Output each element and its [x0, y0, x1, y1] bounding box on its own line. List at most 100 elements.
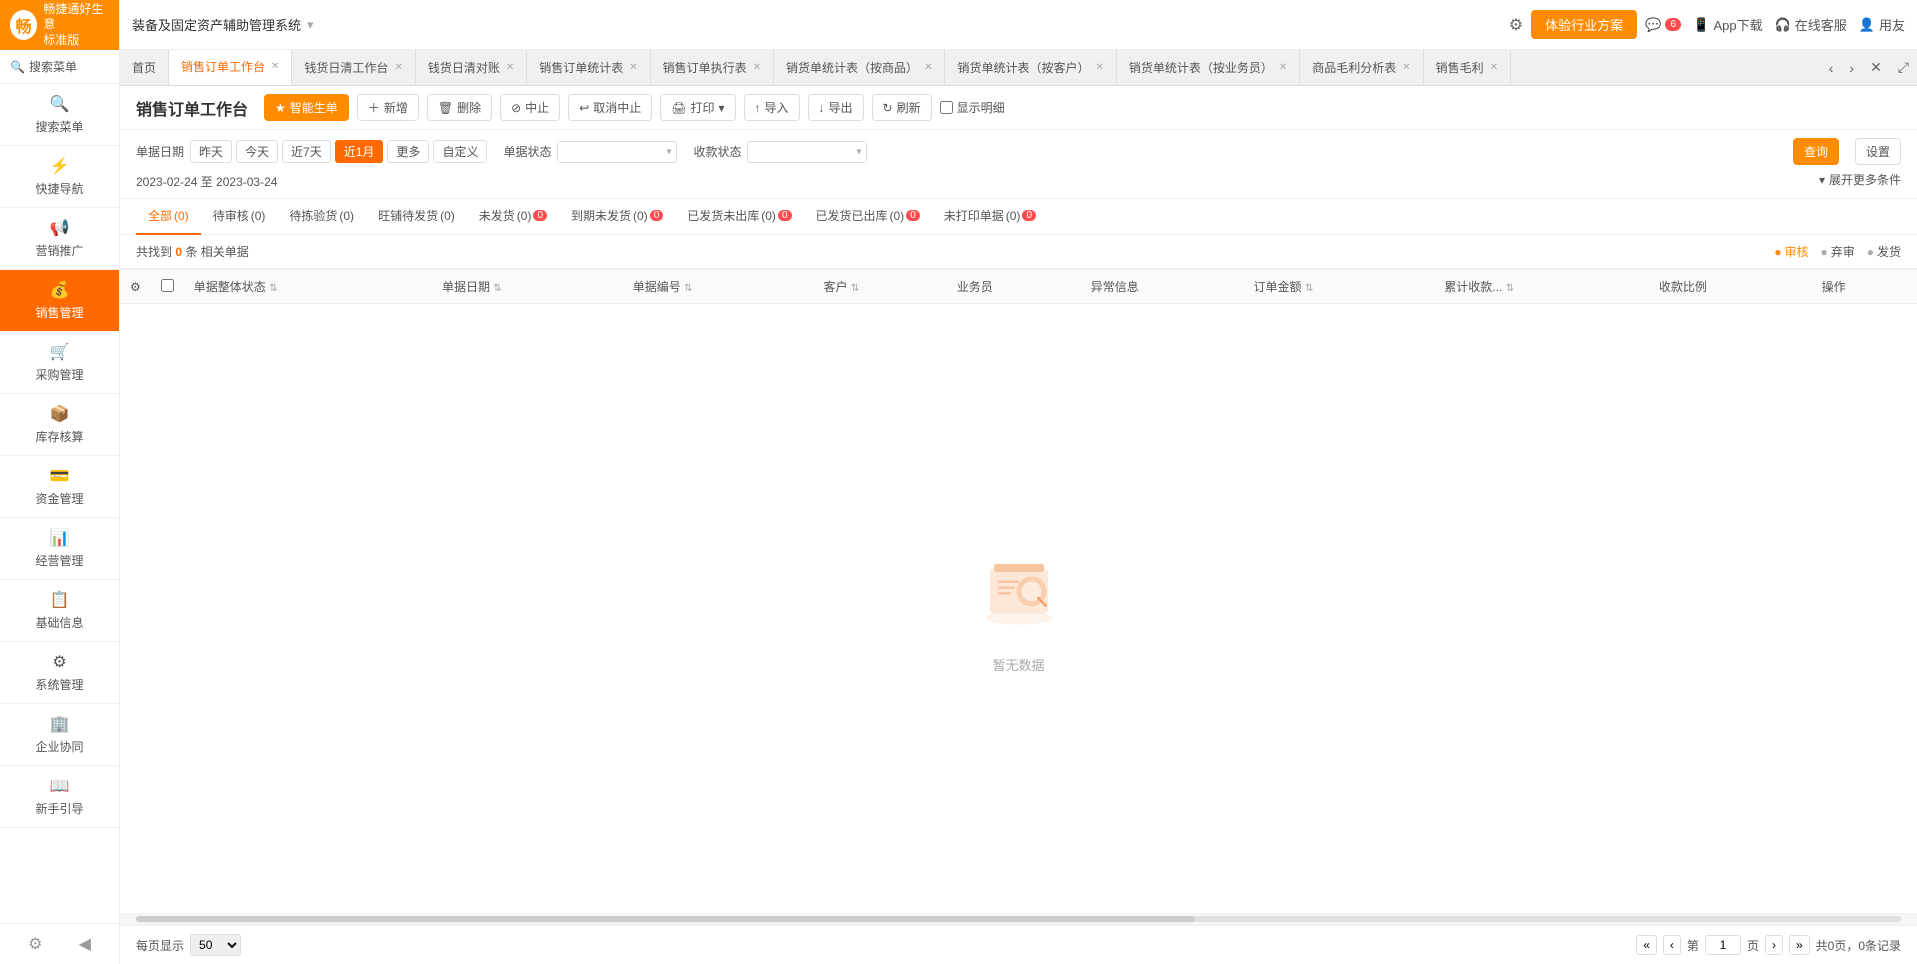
tab-close-icon[interactable]: ✕ — [629, 62, 637, 73]
subtab-pending-review[interactable]: 待审核(0) — [201, 199, 278, 235]
tab-home[interactable]: 首页 — [120, 50, 169, 86]
smart-generate-button[interactable]: ★ 智能生单 — [264, 94, 349, 121]
subtab-not-printed[interactable]: 未打印单据(0)0 — [932, 199, 1048, 235]
tab-close-icon[interactable]: ✕ — [506, 62, 514, 73]
tab-close-icon[interactable]: ✕ — [394, 62, 402, 73]
date-btn-7days[interactable]: 近7天 — [282, 140, 331, 163]
tab-close-icon[interactable]: ✕ — [1490, 62, 1498, 73]
subtab-not-shipped[interactable]: 未发货(0)0 — [467, 199, 559, 235]
col-status: 单据整体状态 ⇅ — [184, 270, 432, 304]
settings-col-icon[interactable]: ⚙ — [130, 280, 141, 294]
sidebar-item-enterprise[interactable]: 🏢企业协同 — [0, 704, 119, 766]
subtab-pending-check[interactable]: 待拣验货(0) — [277, 199, 366, 235]
delete-button[interactable]: 🗑 删除 — [427, 94, 492, 121]
tab-maximize[interactable]: ⤢ — [1890, 50, 1917, 86]
date-btn-1month[interactable]: 近1月 — [335, 140, 384, 163]
sales-icon: 💰 — [50, 280, 70, 300]
tab-close-icon[interactable]: ✕ — [1402, 62, 1410, 73]
print-button[interactable]: 🖨 打印 ▾ — [660, 94, 735, 121]
subtab-all[interactable]: 全部(0) — [136, 199, 201, 235]
tab-close-icon[interactable]: ✕ — [1095, 62, 1103, 73]
col-staff: 业务员 — [947, 270, 1081, 304]
sidebar-item-system[interactable]: ⚙系统管理 — [0, 642, 119, 704]
sidebar-item-sales[interactable]: 💰销售管理 — [0, 270, 119, 332]
status-select[interactable] — [557, 141, 677, 163]
import-button[interactable]: ↑ 导入 — [744, 94, 800, 121]
tab-sales-summary-staff[interactable]: 销货单统计表（按业务员） ✕ — [1117, 50, 1300, 86]
scroll-thumb[interactable] — [136, 916, 1195, 922]
tab-close-all[interactable]: ✕ — [1862, 50, 1890, 86]
set-button[interactable]: 设置 — [1855, 138, 1901, 165]
date-btn-today[interactable]: 今天 — [236, 140, 278, 163]
sidebar-item-purchase[interactable]: 🛒采购管理 — [0, 332, 119, 394]
message-item[interactable]: 💬 6 6 — [1645, 17, 1681, 33]
action-un-audit[interactable]: ●弃审 — [1820, 243, 1854, 260]
tab-sales-profit[interactable]: 销售毛利✕ — [1424, 50, 1511, 86]
sidebar-item-finance[interactable]: 💳资金管理 — [0, 456, 119, 518]
tab-sales-workbench[interactable]: 销售订单工作台✕ — [169, 50, 292, 86]
refresh-button[interactable]: ↻ 刷新 — [872, 94, 932, 121]
sidebar-item-search[interactable]: 🔍搜索菜单 — [0, 84, 119, 146]
tab-label: 销货单统计表（按商品） — [786, 59, 918, 76]
system-icon: ⚙ — [52, 652, 66, 672]
subtab-shipped-out[interactable]: 已发货已出库(0)0 — [804, 199, 932, 235]
sidebar-search[interactable]: 🔍 搜索菜单 — [0, 50, 119, 84]
tab-close-icon[interactable]: ✕ — [924, 62, 932, 73]
online-service-item[interactable]: 🎧 在线客服 — [1775, 15, 1847, 34]
tab-close-icon[interactable]: ✕ — [753, 62, 761, 73]
scroll-track[interactable] — [136, 916, 1901, 922]
tab-label: 销货单统计表（按业务员） — [1129, 59, 1273, 76]
show-detail-checkbox[interactable]: 显示明细 — [940, 99, 1005, 116]
tab-close-icon[interactable]: ✕ — [1279, 62, 1287, 73]
tab-sales-summary-product[interactable]: 销货单统计表（按商品） ✕ — [774, 50, 945, 86]
topbar-settings-icon[interactable]: ⚙ — [1509, 15, 1523, 35]
solution-button[interactable]: 体验行业方案 — [1531, 10, 1637, 39]
payment-select[interactable] — [747, 141, 867, 163]
expand-more-button[interactable]: ▾ 展开更多条件 — [1819, 171, 1901, 188]
action-audit[interactable]: ●审核 — [1774, 243, 1808, 260]
tab-scroll-left[interactable]: ‹ — [1821, 50, 1842, 86]
first-page-button[interactable]: « — [1636, 935, 1657, 955]
tab-sales-stats[interactable]: 销售订单统计表✕ — [527, 50, 650, 86]
collapse-icon[interactable]: ◀ — [79, 934, 91, 954]
page-size-select[interactable]: 50 100 200 — [190, 934, 241, 956]
cancel-stop-button[interactable]: ↩ 取消中止 — [568, 94, 652, 121]
tab-cash-reconcile[interactable]: 钱货日清对账✕ — [416, 50, 527, 86]
show-detail-input[interactable] — [940, 101, 953, 114]
tab-gross-profit[interactable]: 商品毛利分析表✕ — [1300, 50, 1423, 86]
subtab-wangpu-pending[interactable]: 旺铺待发货(0) — [366, 199, 467, 235]
stop-icon: ⊘ — [511, 101, 521, 115]
subtab-overdue-not-shipped[interactable]: 到期未发货(0)0 — [559, 199, 675, 235]
inventory-icon: 📦 — [50, 404, 70, 424]
date-btn-more[interactable]: 更多 — [387, 140, 429, 163]
settings-icon[interactable]: ⚙ — [28, 934, 42, 954]
sidebar-item-basic-info[interactable]: 📋基础信息 — [0, 580, 119, 642]
search-button[interactable]: 查询 — [1793, 138, 1839, 165]
page-input[interactable] — [1705, 935, 1741, 955]
next-page-button[interactable]: › — [1765, 935, 1783, 955]
date-btn-yesterday[interactable]: 昨天 — [190, 140, 232, 163]
tab-sales-summary-customer[interactable]: 销货单统计表（按客户）✕ — [945, 50, 1116, 86]
tab-sales-exec[interactable]: 销售订单执行表✕ — [651, 50, 774, 86]
date-btn-custom[interactable]: 自定义 — [433, 140, 487, 163]
last-page-button[interactable]: » — [1789, 935, 1810, 955]
select-all-checkbox[interactable] — [161, 279, 174, 292]
user-item[interactable]: 👤 用友 — [1859, 15, 1905, 34]
tab-cash-daily[interactable]: 钱货日清工作台✕ — [292, 50, 415, 86]
export-button[interactable]: ↓ 导出 — [808, 94, 864, 121]
sidebar-item-guide[interactable]: 📖新手引导 — [0, 766, 119, 828]
payment-filter: 收款状态 — [693, 141, 867, 163]
sidebar-item-operations[interactable]: 📊经营管理 — [0, 518, 119, 580]
stop-button[interactable]: ⊘ 中止 — [500, 94, 560, 121]
app-download-item[interactable]: 📱 App下载 — [1693, 15, 1762, 34]
prev-page-button[interactable]: ‹ — [1663, 935, 1681, 955]
sidebar-item-quick-nav[interactable]: ⚡快捷导航 — [0, 146, 119, 208]
subtab-shipped-not-out[interactable]: 已发货未出库(0)0 — [675, 199, 803, 235]
tab-scroll-right[interactable]: › — [1841, 50, 1862, 86]
sidebar-item-marketing[interactable]: 📢营销推广 — [0, 208, 119, 270]
operations-icon: 📊 — [50, 528, 70, 548]
sidebar-item-inventory[interactable]: 📦库存核算 — [0, 394, 119, 456]
action-ship[interactable]: ●发货 — [1867, 243, 1901, 260]
add-button[interactable]: ＋ 新增 — [357, 94, 419, 121]
tab-close-icon[interactable]: ✕ — [271, 61, 279, 72]
